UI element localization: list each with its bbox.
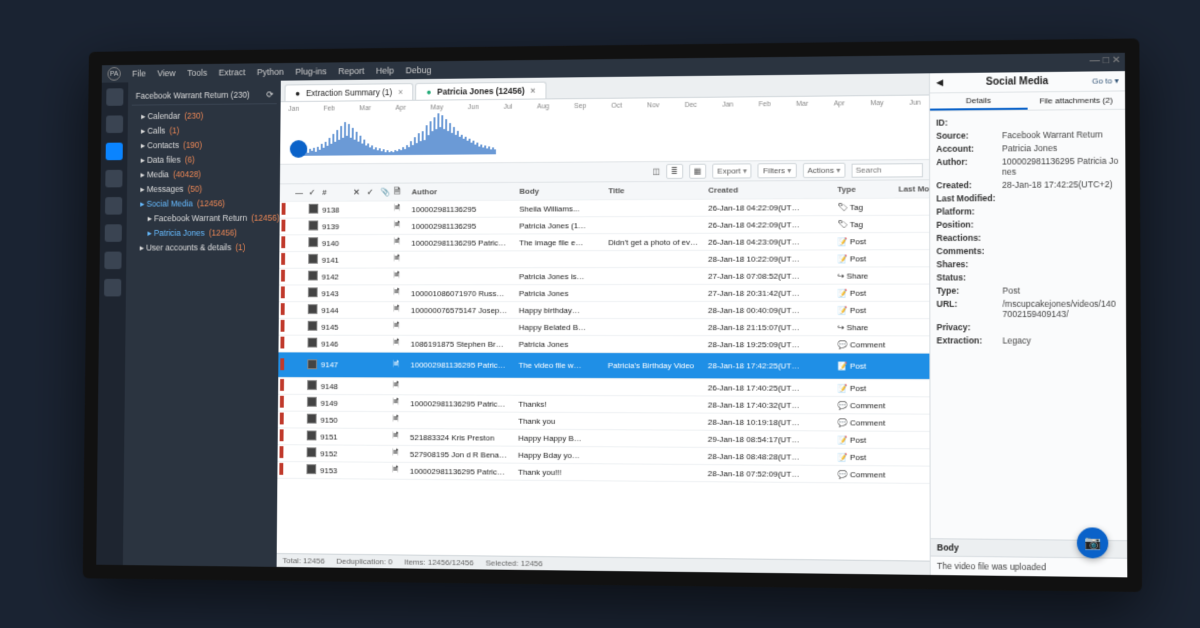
view-toggle-icon[interactable]: ◫ xyxy=(653,167,661,176)
rail-home-icon[interactable] xyxy=(106,88,123,106)
view-grid-icon[interactable]: ▦ xyxy=(689,164,707,179)
close-icon[interactable]: × xyxy=(531,86,536,96)
rail-reports-icon[interactable] xyxy=(104,252,121,270)
activity-chart[interactable] xyxy=(288,107,921,156)
table-row[interactable]: 9141🗎28-Jan-18 10:22:09(UTC+2)📝 Post xyxy=(279,250,929,269)
menu-python[interactable]: Python xyxy=(257,67,284,77)
tree-panel: Facebook Warrant Return (230) ⟳ ▸ Calend… xyxy=(123,81,281,567)
rail-timeline-icon[interactable] xyxy=(106,115,123,133)
table-body: 9138🗎100002981136295Sheila Williams...26… xyxy=(277,198,930,560)
actions-button[interactable]: Actions xyxy=(802,163,845,178)
menu-extract[interactable]: Extract xyxy=(219,67,246,77)
col-last-modified[interactable]: Last Modified xyxy=(896,184,929,193)
table-row[interactable]: 9145🗎Happy Belated B…28-Jan-18 21:15:07(… xyxy=(279,319,930,336)
detail-body-text: The video file was uploaded xyxy=(931,557,1128,578)
col-type[interactable]: Type xyxy=(835,185,896,194)
camera-fab-button[interactable]: 📷 xyxy=(1077,527,1108,558)
menu-help[interactable]: Help xyxy=(376,66,394,76)
tree-node[interactable]: ▸ User accounts & details (1) xyxy=(130,240,275,255)
app-logo-icon: PA xyxy=(107,67,120,81)
col-title[interactable]: Title xyxy=(606,186,706,196)
tree-node[interactable]: ▸ Contacts (190) xyxy=(131,137,276,153)
close-icon[interactable]: × xyxy=(398,87,403,97)
tab-patricia-jones[interactable]: ●Patricia Jones (12456)× xyxy=(416,82,547,100)
detail-field: Shares: xyxy=(936,257,1119,271)
col-id[interactable]: # xyxy=(320,188,351,197)
menu-view[interactable]: View xyxy=(157,68,175,78)
export-button[interactable]: Export xyxy=(712,163,752,178)
table-row[interactable]: 9143🗎100001086071970 Russ…Patricia Jones… xyxy=(279,285,929,303)
detail-field: Created:28-Jan-18 17:42:25(UTC+2) xyxy=(936,177,1119,191)
detail-title: Social Media xyxy=(986,76,1048,88)
table-row[interactable]: 9153🗎100002981136295 Patric…Thank you!!!… xyxy=(277,462,929,484)
table-row[interactable]: 9140🗎100002981136295 Patric…The image fi… xyxy=(279,233,929,252)
menu-tools[interactable]: Tools xyxy=(187,68,207,78)
detail-field: Platform: xyxy=(936,204,1119,218)
detail-field: Type:Post xyxy=(936,283,1119,296)
detail-field: Position: xyxy=(936,217,1119,231)
view-list-icon[interactable]: ≣ xyxy=(666,164,683,179)
tree-refresh-icon[interactable]: ⟳ xyxy=(266,90,273,101)
detail-goto[interactable]: Go to ▾ xyxy=(1092,76,1119,85)
tree-node[interactable]: ▸ Data files (6) xyxy=(131,152,276,168)
detail-prev-icon[interactable]: ◀ xyxy=(936,77,943,88)
detail-field: Author:100002981136295 Patricia Jones xyxy=(936,154,1119,179)
table-row[interactable]: 9147🗎100002981136295 Patric…The video fi… xyxy=(278,352,929,380)
tree-node[interactable]: ▸ Messages (50) xyxy=(131,181,276,197)
col-author[interactable]: Author xyxy=(410,187,518,197)
detail-tab-details[interactable]: Details xyxy=(930,92,1027,110)
detail-field: Account:Patricia Jones xyxy=(936,140,1119,155)
rail-cloud-icon[interactable] xyxy=(104,279,121,297)
tree-title: Facebook Warrant Return (230) xyxy=(136,90,250,102)
menu-file[interactable]: File xyxy=(132,69,146,79)
detail-field: Status: xyxy=(936,270,1119,284)
detail-field: Reactions: xyxy=(936,230,1119,244)
rail-tags-icon[interactable] xyxy=(105,197,122,215)
table-row[interactable]: 9142🗎Patricia Jones is…27-Jan-18 07:08:5… xyxy=(279,267,929,285)
filters-button[interactable]: Filters xyxy=(758,163,796,178)
search-input[interactable] xyxy=(852,163,923,178)
tree-node[interactable]: ▸ Patricia Jones (12456) xyxy=(130,226,275,241)
detail-field: Last Modified: xyxy=(936,190,1119,204)
tree-node[interactable]: ▸ Facebook Warrant Return (12456) xyxy=(130,211,275,226)
menu-plugins[interactable]: Plug-ins xyxy=(295,66,326,76)
tree-node[interactable]: ▸ Calls (1) xyxy=(131,123,276,139)
col-created[interactable]: Created xyxy=(706,185,807,195)
tree-node[interactable]: ▸ Calendar (230) xyxy=(132,108,277,124)
detail-tab-attachments[interactable]: File attachments (2) xyxy=(1027,91,1125,109)
window-controls[interactable]: — □ ✕ xyxy=(1090,55,1121,67)
timeline-panel: JanFebMarAprMayJunJulAugSepOctNovDecJanF… xyxy=(280,95,929,164)
tree-node[interactable]: ▸ Media (40428) xyxy=(131,167,276,183)
detail-panel: ◀ Social Media Go to ▾ Details File atta… xyxy=(929,71,1127,577)
detail-field: Extraction:Legacy xyxy=(937,333,1120,346)
camera-icon: 📷 xyxy=(1084,535,1101,552)
menu-debug[interactable]: Debug xyxy=(406,65,432,75)
rail-analyzed-data-icon[interactable] xyxy=(106,143,123,161)
detail-field: Privacy: xyxy=(937,320,1120,333)
detail-field: Comments: xyxy=(936,243,1119,257)
table-row[interactable]: 9144🗎100000076575147 Josep…Happy birthda… xyxy=(279,302,930,319)
rail-search-icon[interactable] xyxy=(105,224,122,242)
rail-filesystem-icon[interactable] xyxy=(105,170,122,188)
tree-node[interactable]: ▸ Social Media (12456) xyxy=(131,196,276,211)
tab-extraction-summary[interactable]: ●Extraction Summary (1)× xyxy=(285,83,414,101)
table-row[interactable]: 9146🗎1086191875 Stephen Br…Patricia Jone… xyxy=(278,336,929,354)
col-body[interactable]: Body xyxy=(517,186,606,195)
menu-report[interactable]: Report xyxy=(338,66,364,76)
detail-field: URL:/mscupcakejones/videos/1407002159409… xyxy=(936,297,1119,321)
